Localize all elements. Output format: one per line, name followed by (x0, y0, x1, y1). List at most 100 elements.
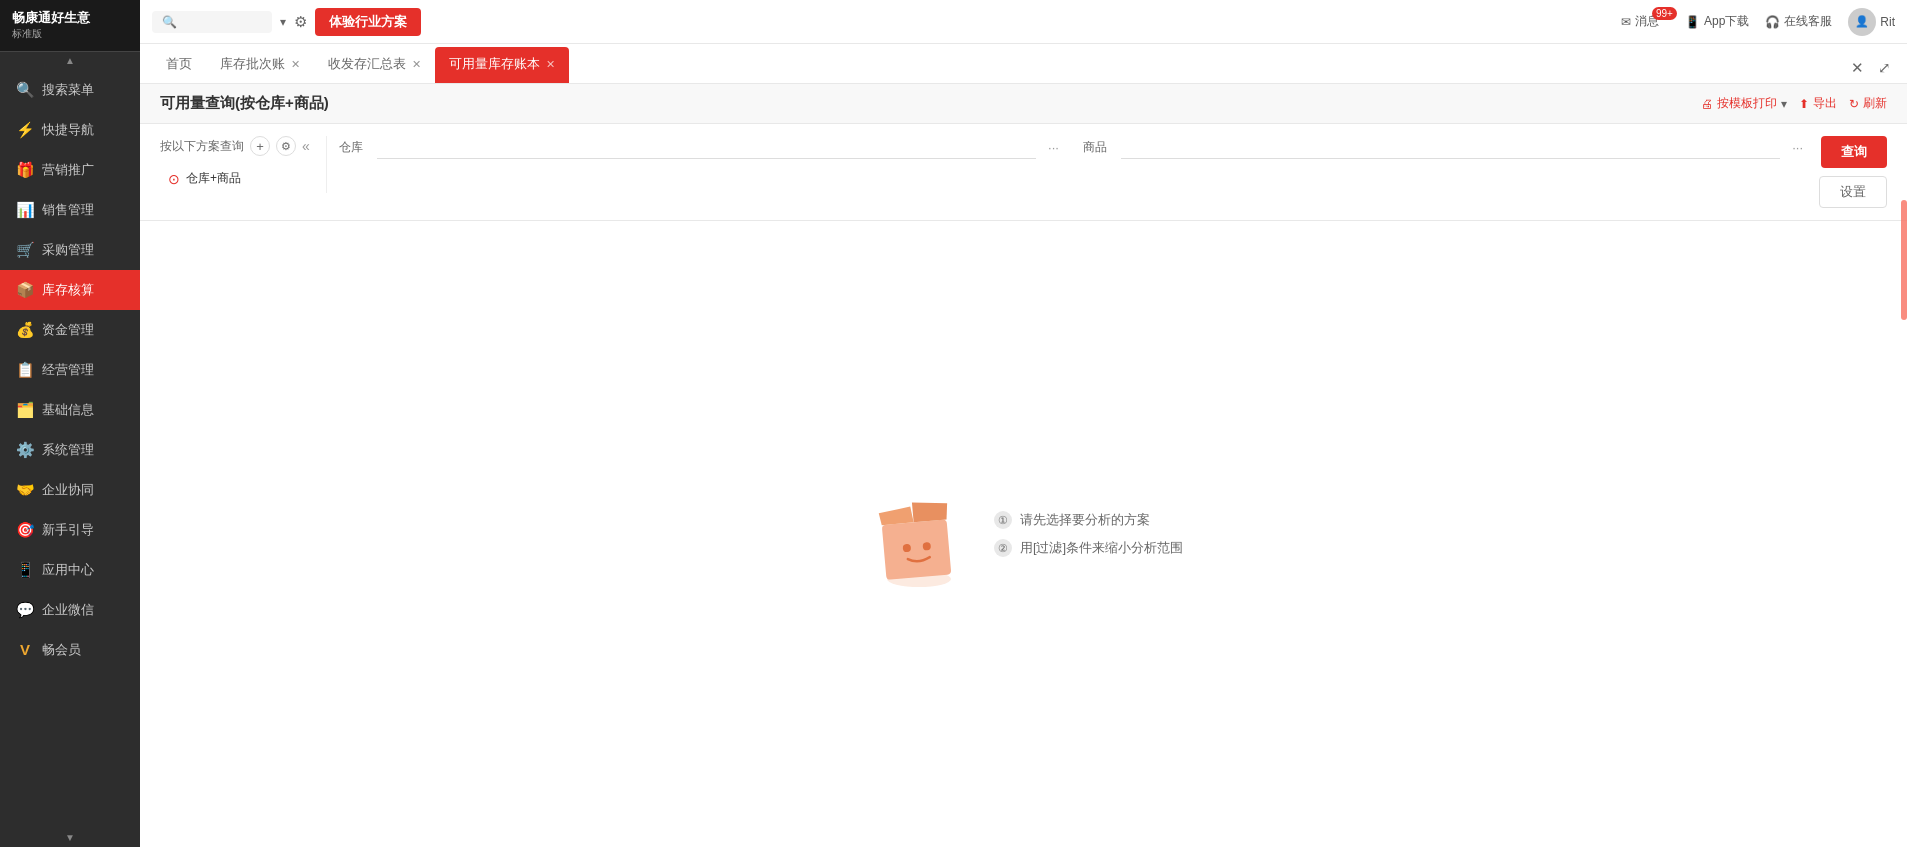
goods-input[interactable] (1121, 136, 1780, 159)
sidebar-item-guide[interactable]: 🎯 新手引导 (0, 510, 140, 550)
empty-svg (864, 484, 974, 594)
sidebar-item-label: 资金管理 (42, 321, 94, 339)
sidebar-item-label: 采购管理 (42, 241, 94, 259)
tab-summary[interactable]: 收发存汇总表 ✕ (314, 47, 435, 83)
finance-icon: 💰 (16, 321, 34, 339)
svg-rect-1 (882, 519, 952, 579)
online-service-button[interactable]: 🎧 在线客服 (1765, 13, 1832, 30)
message-badge: 99+ (1652, 7, 1677, 20)
export-label: 导出 (1813, 95, 1837, 112)
marketing-icon: 🎁 (16, 161, 34, 179)
refresh-button[interactable]: ↻ 刷新 (1849, 95, 1887, 112)
goods-label: 商品 (1083, 139, 1113, 156)
user-avatar-button[interactable]: 👤 Rit (1848, 8, 1895, 36)
right-scrollbar[interactable] (1901, 200, 1907, 320)
tip-num-2: ② (994, 539, 1012, 557)
scheme-header: 按以下方案查询 + ⚙ « (160, 136, 310, 156)
filter-row-1: 仓库 ··· 商品 ··· (339, 136, 1807, 159)
phone-icon: 📱 (1685, 15, 1700, 29)
sidebar-item-search[interactable]: 🔍 搜索菜单 (0, 70, 140, 110)
topbar-search-input[interactable] (181, 15, 241, 29)
topbar: 🔍 ▾ ⚙ 体验行业方案 ✉ 消息 99+ 📱 App下载 🎧 在线客服 👤 (140, 0, 1907, 44)
print-icon: 🖨 (1701, 97, 1713, 111)
sidebar-item-system[interactable]: ⚙️ 系统管理 (0, 430, 140, 470)
export-icon: ⬆ (1799, 97, 1809, 111)
sidebar-scroll-down[interactable]: ▼ (0, 829, 140, 847)
page-header-actions: 🖨 按模板打印 ▾ ⬆ 导出 ↻ 刷新 (1701, 95, 1887, 112)
sidebar-item-operations[interactable]: 📋 经营管理 (0, 350, 140, 390)
brand-name: 畅康通好生意 (12, 10, 128, 27)
sidebar-item-marketing[interactable]: 🎁 营销推广 (0, 150, 140, 190)
page-header: 可用量查询(按仓库+商品) 🖨 按模板打印 ▾ ⬆ 导出 ↻ 刷新 (140, 84, 1907, 124)
sidebar-item-wechat[interactable]: 💬 企业微信 (0, 590, 140, 630)
sidebar-item-sales[interactable]: 📊 销售管理 (0, 190, 140, 230)
trial-industry-button[interactable]: 体验行业方案 (315, 8, 421, 36)
sidebar-item-label: 快捷导航 (42, 121, 94, 139)
sidebar-item-shortcut[interactable]: ⚡ 快捷导航 (0, 110, 140, 150)
online-service-label: 在线客服 (1784, 13, 1832, 30)
query-panel: 按以下方案查询 + ⚙ « ⊙ 仓库+商品 仓库 ··· (140, 124, 1907, 221)
scheme-item-label: 仓库+商品 (186, 170, 241, 187)
app-download-label: App下载 (1704, 13, 1749, 30)
sidebar-item-finance[interactable]: 💰 资金管理 (0, 310, 140, 350)
empty-tips: ① 请先选择要分析的方案 ② 用[过滤]条件来缩小分析范围 (994, 511, 1183, 557)
sidebar-item-appstore[interactable]: 📱 应用中心 (0, 550, 140, 590)
gear-icon[interactable]: ⚙ (294, 13, 307, 31)
app-download-button[interactable]: 📱 App下载 (1685, 13, 1749, 30)
scheme-section: 按以下方案查询 + ⚙ « ⊙ 仓库+商品 (160, 136, 327, 193)
tip-num-1: ① (994, 511, 1012, 529)
tab-available-close[interactable]: ✕ (546, 58, 555, 71)
tab-home[interactable]: 首页 (152, 47, 206, 83)
page-title: 可用量查询(按仓库+商品) (160, 94, 329, 113)
brand-sub: 标准版 (12, 27, 128, 41)
operations-icon: 📋 (16, 361, 34, 379)
tabbar: 首页 库存批次账 ✕ 收发存汇总表 ✕ 可用量库存账本 ✕ ✕ ⤢ (140, 44, 1907, 84)
tab-summary-label: 收发存汇总表 (328, 55, 406, 73)
sidebar-item-inventory[interactable]: 📦 库存核算 (0, 270, 140, 310)
enterprise-icon: 🤝 (16, 481, 34, 499)
purchase-icon: 🛒 (16, 241, 34, 259)
scroll-up-icon[interactable]: ▲ (65, 56, 75, 66)
sidebar-item-label: 经营管理 (42, 361, 94, 379)
export-button[interactable]: ⬆ 导出 (1799, 95, 1837, 112)
add-scheme-button[interactable]: + (250, 136, 270, 156)
inventory-icon: 📦 (16, 281, 34, 299)
query-actions: 查询 设置 (1819, 136, 1887, 208)
tab-batch-close[interactable]: ✕ (291, 58, 300, 71)
warehouse-more-icon[interactable]: ··· (1044, 140, 1063, 155)
tab-batch[interactable]: 库存批次账 ✕ (206, 47, 314, 83)
settings-scheme-button[interactable]: ⚙ (276, 136, 296, 156)
tab-summary-close[interactable]: ✕ (412, 58, 421, 71)
warehouse-input[interactable] (377, 136, 1036, 159)
content-area: 可用量查询(按仓库+商品) 🖨 按模板打印 ▾ ⬆ 导出 ↻ 刷新 (140, 84, 1907, 847)
sidebar-scroll-up[interactable]: ▲ (0, 52, 140, 70)
sidebar-item-member[interactable]: V 畅会员 (0, 630, 140, 670)
sidebar-item-basic[interactable]: 🗂️ 基础信息 (0, 390, 140, 430)
topbar-search-box[interactable]: 🔍 (152, 11, 272, 33)
tab-available[interactable]: 可用量库存账本 ✕ (435, 47, 569, 83)
scroll-down-icon[interactable]: ▼ (65, 833, 75, 843)
scheme-item-warehouse-goods[interactable]: ⊙ 仓库+商品 (160, 164, 310, 193)
dropdown-arrow-icon[interactable]: ▾ (280, 15, 286, 29)
goods-more-icon[interactable]: ··· (1788, 140, 1807, 155)
sidebar-item-label: 新手引导 (42, 521, 94, 539)
query-button[interactable]: 查询 (1821, 136, 1887, 168)
sidebar-item-label: 基础信息 (42, 401, 94, 419)
collapse-scheme-button[interactable]: « (302, 138, 310, 154)
message-button[interactable]: ✉ 消息 99+ (1621, 13, 1669, 30)
sidebar-item-label: 企业协同 (42, 481, 94, 499)
settings-button[interactable]: 设置 (1819, 176, 1887, 208)
filter-fields: 仓库 ··· 商品 ··· (339, 136, 1807, 159)
appstore-icon: 📱 (16, 561, 34, 579)
filter-warehouse: 仓库 ··· (339, 136, 1063, 159)
print-button[interactable]: 🖨 按模板打印 ▾ (1701, 95, 1787, 112)
refresh-label: 刷新 (1863, 95, 1887, 112)
sidebar: 畅康通好生意 标准版 ▲ 🔍 搜索菜单 ⚡ 快捷导航 🎁 营销推广 📊 销售管理… (0, 0, 140, 847)
wechat-icon: 💬 (16, 601, 34, 619)
sidebar-item-label: 搜索菜单 (42, 81, 94, 99)
search-icon: 🔍 (162, 15, 177, 29)
close-tab-icon[interactable]: ✕ (1847, 57, 1868, 79)
sidebar-item-enterprise[interactable]: 🤝 企业协同 (0, 470, 140, 510)
fullscreen-icon[interactable]: ⤢ (1874, 57, 1895, 79)
sidebar-item-purchase[interactable]: 🛒 采购管理 (0, 230, 140, 270)
